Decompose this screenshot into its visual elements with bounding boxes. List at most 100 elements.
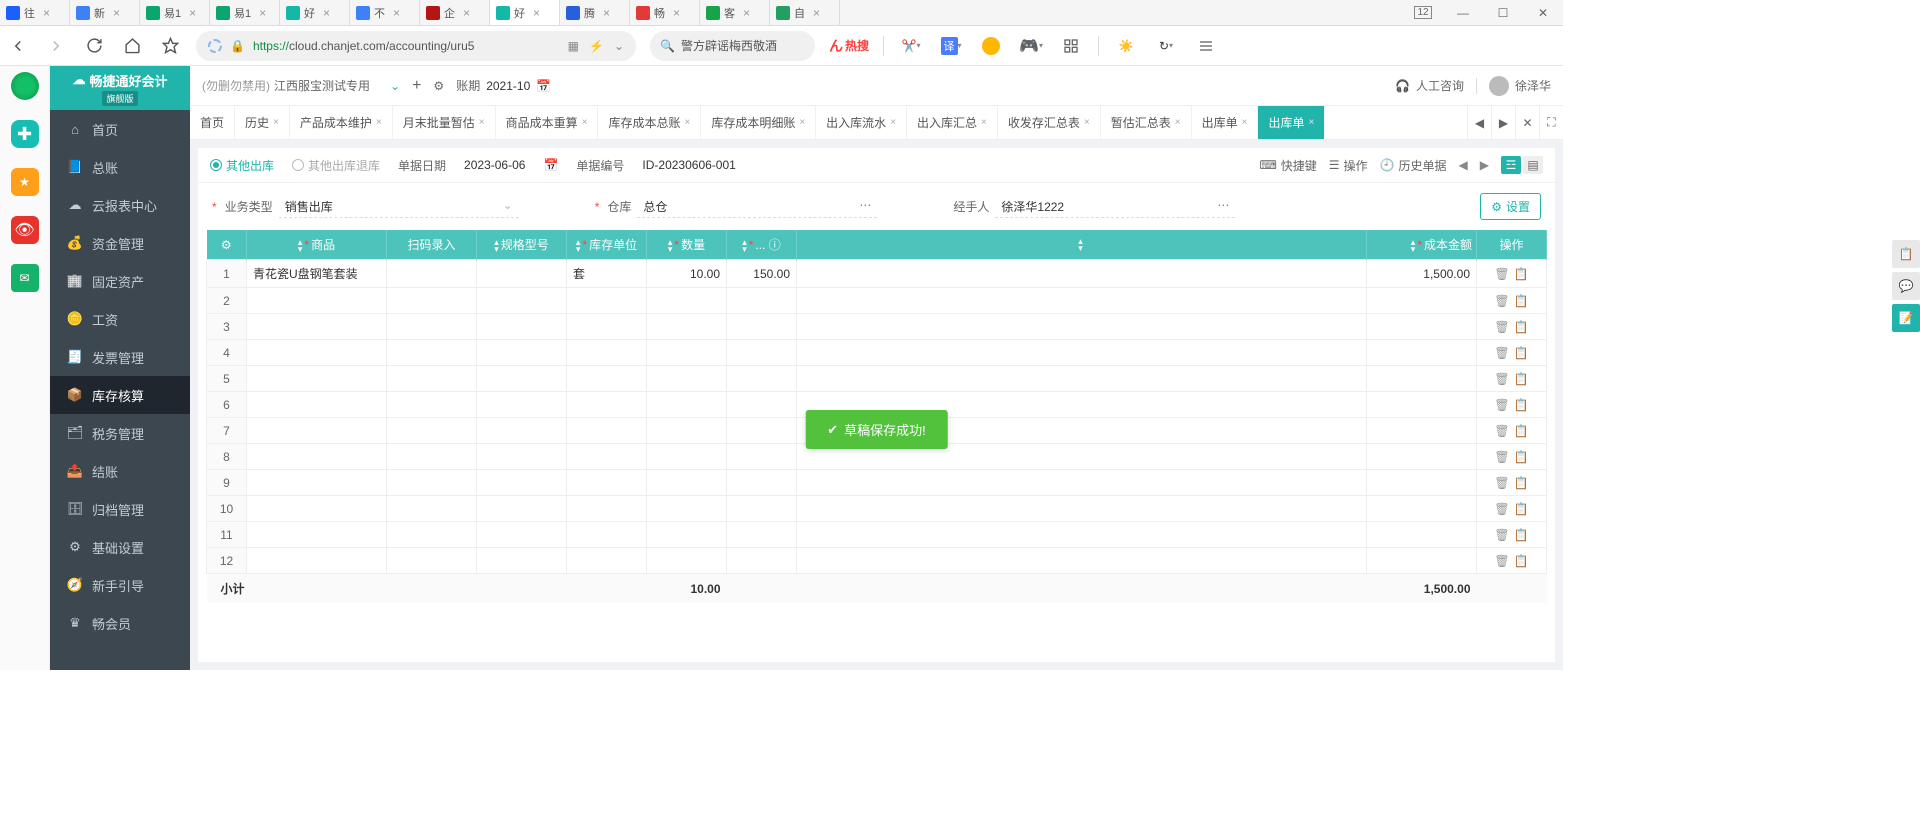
cell-spec[interactable] bbox=[477, 548, 567, 574]
radio-other-out[interactable]: 其他出库 bbox=[210, 157, 274, 174]
close-icon[interactable]: × bbox=[673, 6, 680, 20]
cell-blank[interactable] bbox=[797, 496, 1367, 522]
copy-icon[interactable]: 📋 bbox=[1514, 346, 1529, 360]
cell-cost[interactable] bbox=[1367, 314, 1477, 340]
col-blank[interactable]: ▴▾ bbox=[797, 230, 1367, 260]
cell-price[interactable] bbox=[727, 444, 797, 470]
nav-reload[interactable] bbox=[82, 34, 106, 58]
col-gear[interactable]: ⚙ bbox=[207, 230, 247, 260]
sidebar-item-ledger[interactable]: 📘总账 bbox=[50, 148, 190, 186]
cell-barcode[interactable] bbox=[387, 366, 477, 392]
browser-tab[interactable]: 易1× bbox=[140, 0, 210, 25]
close-icon[interactable]: × bbox=[603, 6, 610, 20]
cell-qty[interactable]: 10.00 bbox=[647, 260, 727, 288]
sidebar-item-close-book[interactable]: 📤结账 bbox=[50, 452, 190, 490]
sidebar-item-tax[interactable]: 🗂税务管理 bbox=[50, 414, 190, 452]
cell-product[interactable] bbox=[247, 496, 387, 522]
cell-price[interactable] bbox=[727, 496, 797, 522]
col-spec[interactable]: ▴▾规格型号 bbox=[477, 230, 567, 260]
close-icon[interactable]: × bbox=[1242, 117, 1248, 128]
cell-product[interactable] bbox=[247, 366, 387, 392]
close-icon[interactable]: × bbox=[189, 6, 196, 20]
cell-qty[interactable] bbox=[647, 340, 727, 366]
copy-icon[interactable]: 📋 bbox=[1514, 424, 1529, 438]
cell-unit[interactable] bbox=[567, 340, 647, 366]
copy-icon[interactable]: 📋 bbox=[1514, 372, 1529, 386]
cell-product[interactable]: 青花瓷U盘钢笔套装 bbox=[247, 260, 387, 288]
window-minimize[interactable]: — bbox=[1443, 0, 1483, 26]
close-icon[interactable]: × bbox=[813, 6, 820, 20]
qr-icon[interactable]: ▦ bbox=[568, 39, 579, 53]
close-icon[interactable]: × bbox=[743, 6, 750, 20]
tab-close-all[interactable]: ✕ bbox=[1515, 106, 1539, 140]
cell-blank[interactable] bbox=[797, 314, 1367, 340]
cell-blank[interactable] bbox=[797, 366, 1367, 392]
close-icon[interactable]: × bbox=[890, 117, 896, 128]
delete-icon[interactable]: 🗑 bbox=[1494, 502, 1509, 516]
sidebar-item-cloud[interactable]: ☁云报表中心 bbox=[50, 186, 190, 224]
shortcut-button[interactable]: ⌨快捷键 bbox=[1259, 157, 1316, 174]
inner-tab[interactable]: 出库单× bbox=[1192, 106, 1259, 139]
sidebar-item-salary[interactable]: 🪙工资 bbox=[50, 300, 190, 338]
prev-doc[interactable]: ◀ bbox=[1459, 158, 1468, 172]
inner-tab[interactable]: 库存成本总账× bbox=[598, 106, 701, 139]
os-icon-plus[interactable]: ✚ bbox=[11, 120, 39, 148]
cell-blank[interactable] bbox=[797, 470, 1367, 496]
col-product[interactable]: ▴▾*商品 bbox=[247, 230, 387, 260]
cell-price[interactable]: 150.00 bbox=[727, 260, 797, 288]
close-icon[interactable]: × bbox=[1084, 117, 1090, 128]
copy-icon[interactable]: 📋 bbox=[1514, 294, 1529, 308]
close-icon[interactable]: × bbox=[533, 6, 540, 20]
grid-icon[interactable] bbox=[1058, 33, 1084, 59]
window-maximize[interactable]: ☐ bbox=[1483, 0, 1523, 26]
sidebar-item-home[interactable]: ⌂首页 bbox=[50, 110, 190, 148]
cell-qty[interactable] bbox=[647, 548, 727, 574]
cell-qty[interactable] bbox=[647, 314, 727, 340]
view-card[interactable]: ▤ bbox=[1523, 156, 1543, 174]
col-unit[interactable]: ▴▾*库存单位 bbox=[567, 230, 647, 260]
cell-barcode[interactable] bbox=[387, 496, 477, 522]
delete-icon[interactable]: 🗑 bbox=[1494, 424, 1509, 438]
inner-tab[interactable]: 出入库汇总× bbox=[907, 106, 998, 139]
cell-unit[interactable] bbox=[567, 418, 647, 444]
browser-tab[interactable]: 往× bbox=[0, 0, 70, 25]
close-icon[interactable]: × bbox=[376, 117, 382, 128]
browser-tab[interactable]: 自× bbox=[770, 0, 840, 25]
cell-product[interactable] bbox=[247, 470, 387, 496]
browser-tab[interactable]: 好× bbox=[280, 0, 350, 25]
col-extra[interactable]: ▴▾*... ⓘ bbox=[727, 230, 797, 260]
delete-icon[interactable]: 🗑 bbox=[1494, 267, 1509, 281]
table-row[interactable]: 11 🗑📋 bbox=[207, 522, 1547, 548]
cell-spec[interactable] bbox=[477, 392, 567, 418]
cell-spec[interactable] bbox=[477, 288, 567, 314]
sidebar-item-asset[interactable]: 🏢固定资产 bbox=[50, 262, 190, 300]
cell-product[interactable] bbox=[247, 548, 387, 574]
float-note[interactable]: 📋 bbox=[1892, 240, 1920, 268]
cell-unit[interactable] bbox=[567, 314, 647, 340]
nav-favorite[interactable] bbox=[158, 34, 182, 58]
cell-unit[interactable] bbox=[567, 444, 647, 470]
cell-price[interactable] bbox=[727, 522, 797, 548]
cell-blank[interactable] bbox=[797, 522, 1367, 548]
brand-logo[interactable]: ☁畅捷通好会计 旗舰版 bbox=[50, 66, 190, 110]
col-cost[interactable]: ▴▾*成本金额 bbox=[1367, 230, 1477, 260]
close-icon[interactable]: × bbox=[323, 6, 330, 20]
add-icon[interactable]: + bbox=[412, 77, 421, 95]
history-button[interactable]: 🕘历史单据 bbox=[1380, 157, 1447, 174]
gear-icon[interactable]: ⚙ bbox=[433, 79, 444, 93]
cell-blank[interactable] bbox=[797, 288, 1367, 314]
cell-qty[interactable] bbox=[647, 288, 727, 314]
game-icon[interactable]: 🎮▾ bbox=[1018, 33, 1044, 59]
inner-tab[interactable]: 收发存汇总表× bbox=[998, 106, 1101, 139]
browser-tab[interactable]: 新× bbox=[70, 0, 140, 25]
cell-qty[interactable] bbox=[647, 418, 727, 444]
menu-icon[interactable] bbox=[1193, 33, 1219, 59]
close-icon[interactable]: × bbox=[1175, 117, 1181, 128]
theme-icon[interactable]: ☀️ bbox=[1113, 33, 1139, 59]
sidebar-item-invoice[interactable]: 🧾发票管理 bbox=[50, 338, 190, 376]
browser-tab[interactable]: 畅× bbox=[630, 0, 700, 25]
inner-tab[interactable]: 暂估汇总表× bbox=[1101, 106, 1192, 139]
cell-unit[interactable]: 套 bbox=[567, 260, 647, 288]
delete-icon[interactable]: 🗑 bbox=[1494, 476, 1509, 490]
translate-icon[interactable]: 译▾ bbox=[938, 33, 964, 59]
